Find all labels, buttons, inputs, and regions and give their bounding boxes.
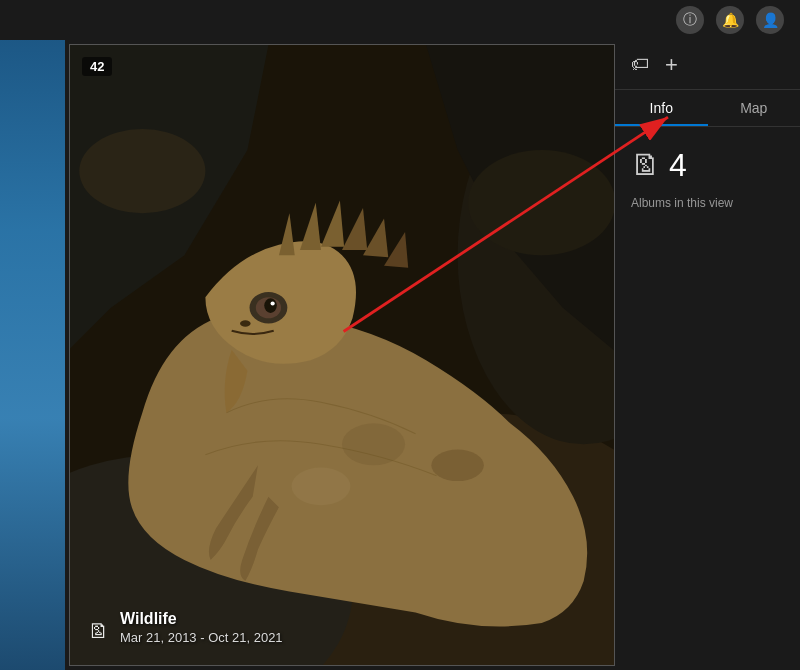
svg-point-10 (342, 423, 405, 465)
photo-caption: Wildlife Mar 21, 2013 - Oct 21, 2021 (120, 610, 283, 645)
right-panel: 🏷 + Info Map 🖻 4 Albums in this view (615, 40, 800, 670)
albums-icon: 🖻 (631, 149, 659, 182)
svg-point-9 (271, 301, 275, 305)
svg-point-11 (431, 450, 484, 482)
left-strip-photo[interactable] (0, 40, 65, 670)
info-circle-icon[interactable]: ⓘ (676, 6, 704, 34)
svg-point-8 (264, 298, 277, 313)
tab-info[interactable]: Info (615, 90, 708, 126)
albums-row: 🖻 4 (631, 147, 784, 184)
right-tabs: Info Map (615, 90, 800, 127)
albums-count: 4 (669, 147, 687, 184)
photo-date: Mar 21, 2013 - Oct 21, 2021 (120, 630, 283, 645)
albums-label: Albums in this view (631, 196, 784, 210)
svg-point-12 (292, 467, 351, 505)
tab-map[interactable]: Map (708, 90, 801, 126)
main-photo[interactable]: 42 🖻 Wildlife Mar 21, 2013 - Oct 21, 202… (69, 44, 615, 666)
tag-icon[interactable]: 🏷 (631, 54, 649, 75)
svg-point-4 (79, 129, 205, 213)
album-icon-overlay: 🖻 (88, 620, 108, 643)
svg-point-5 (468, 150, 614, 255)
main-content: 42 🖻 Wildlife Mar 21, 2013 - Oct 21, 202… (0, 40, 800, 670)
add-button[interactable]: + (665, 52, 678, 78)
bell-icon[interactable]: 🔔 (716, 6, 744, 34)
user-icon[interactable]: 👤 (756, 6, 784, 34)
svg-point-13 (240, 320, 251, 326)
top-bar: ⓘ 🔔 👤 (0, 0, 800, 40)
photo-count-badge: 42 (82, 57, 112, 76)
iguana-image (70, 45, 614, 665)
info-content: 🖻 4 Albums in this view (615, 127, 800, 230)
photo-title: Wildlife (120, 610, 283, 628)
right-toolbar: 🏷 + (615, 40, 800, 90)
